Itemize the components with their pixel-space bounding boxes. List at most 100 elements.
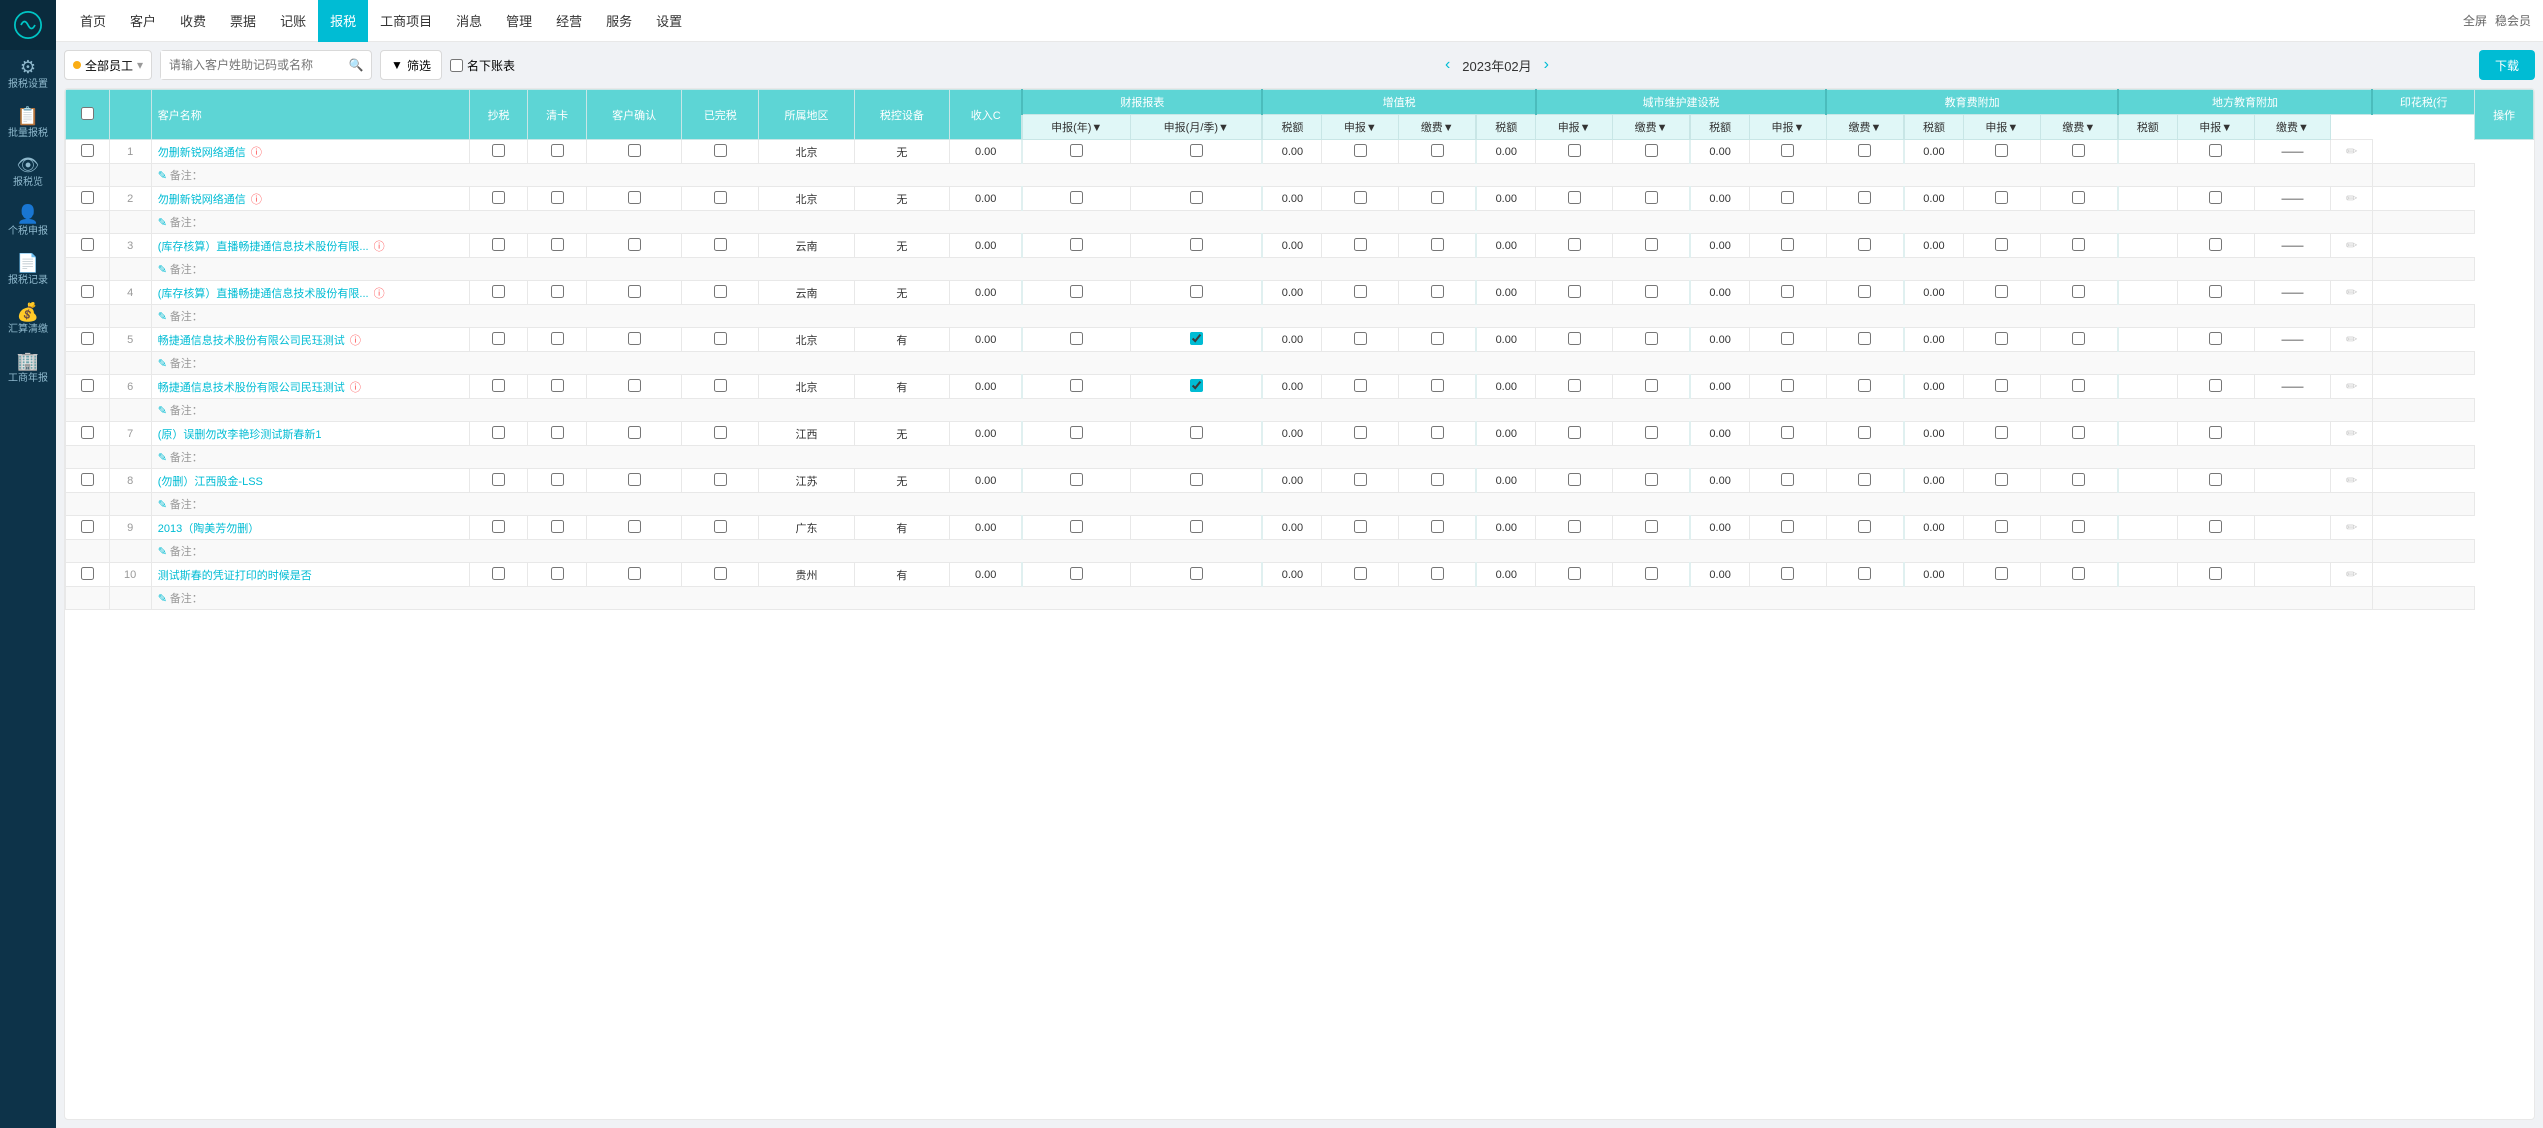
vat-declare-checkbox[interactable] [1354,426,1367,439]
nav-business[interactable]: 工商项目 [368,0,444,42]
sidebar-item-annual-report[interactable]: 🏢 工商年报 [0,344,56,393]
qingka-checkbox[interactable] [551,332,564,345]
client-name[interactable]: (勿删）江西股金-LSS [158,476,263,488]
chaoshui-checkbox[interactable] [492,191,505,204]
vat-declare-checkbox[interactable] [1354,191,1367,204]
vat-pay-checkbox[interactable] [1431,520,1444,533]
fin-annual-checkbox[interactable] [1070,238,1083,251]
edit-icon[interactable]: ✏ [2346,237,2358,253]
th-stamp-declare[interactable]: 申报▼ [2177,115,2254,140]
edu-declare-checkbox[interactable] [1781,379,1794,392]
wanshuei-checkbox[interactable] [714,144,727,157]
client-name[interactable]: 畅捷通信息技术股份有限公司民珏测试 [158,335,345,347]
confirm-checkbox[interactable] [628,285,641,298]
vat-pay-checkbox[interactable] [1431,473,1444,486]
fin-annual-checkbox[interactable] [1070,332,1083,345]
city-pay-checkbox[interactable] [1645,144,1658,157]
local-declare-checkbox[interactable] [1995,567,2008,580]
fin-monthly-checkbox[interactable] [1190,285,1203,298]
city-declare-checkbox[interactable] [1568,567,1581,580]
edu-declare-checkbox[interactable] [1781,238,1794,251]
city-pay-checkbox[interactable] [1645,191,1658,204]
stamp-declare-checkbox[interactable] [2209,238,2222,251]
qingka-checkbox[interactable] [551,426,564,439]
qingka-checkbox[interactable] [551,144,564,157]
select-all-checkbox[interactable] [81,107,94,120]
vat-declare-checkbox[interactable] [1354,144,1367,157]
row-checkbox[interactable] [81,426,94,439]
stamp-declare-checkbox[interactable] [2209,379,2222,392]
nav-customer[interactable]: 客户 [118,0,168,42]
confirm-checkbox[interactable] [628,332,641,345]
fin-monthly-checkbox[interactable] [1190,332,1203,345]
fin-monthly-checkbox[interactable] [1190,567,1203,580]
th-local-pay[interactable]: 缴费▼ [2040,115,2118,140]
employee-select[interactable]: 全部员工 ▾ [64,50,152,80]
confirm-checkbox[interactable] [628,238,641,251]
edu-pay-checkbox[interactable] [1858,191,1871,204]
edu-pay-checkbox[interactable] [1858,379,1871,392]
client-name[interactable]: (原）误删勿改李艳珍测试斯春新1 [158,429,322,441]
client-name[interactable]: 畅捷通信息技术股份有限公司民珏测试 [158,382,345,394]
local-declare-checkbox[interactable] [1995,332,2008,345]
nav-message[interactable]: 消息 [444,0,494,42]
stamp-declare-checkbox[interactable] [2209,520,2222,533]
wanshuei-checkbox[interactable] [714,520,727,533]
chaoshui-checkbox[interactable] [492,332,505,345]
edit-icon[interactable]: ✏ [2346,566,2358,582]
row-checkbox[interactable] [81,285,94,298]
row-checkbox[interactable] [81,520,94,533]
vat-pay-checkbox[interactable] [1431,379,1444,392]
th-vat-declare[interactable]: 申报▼ [1322,115,1399,140]
fin-annual-checkbox[interactable] [1070,191,1083,204]
city-declare-checkbox[interactable] [1568,520,1581,533]
local-declare-checkbox[interactable] [1995,144,2008,157]
city-declare-checkbox[interactable] [1568,426,1581,439]
edu-pay-checkbox[interactable] [1858,332,1871,345]
edu-declare-checkbox[interactable] [1781,285,1794,298]
nav-service[interactable]: 服务 [594,0,644,42]
edit-icon[interactable]: ✏ [2346,378,2358,394]
fin-monthly-checkbox[interactable] [1190,144,1203,157]
edit-icon[interactable]: ✏ [2346,472,2358,488]
chaoshui-checkbox[interactable] [492,426,505,439]
fin-annual-checkbox[interactable] [1070,426,1083,439]
fin-annual-checkbox[interactable] [1070,567,1083,580]
confirm-checkbox[interactable] [628,473,641,486]
city-declare-checkbox[interactable] [1568,379,1581,392]
edu-declare-checkbox[interactable] [1781,144,1794,157]
local-declare-checkbox[interactable] [1995,520,2008,533]
chaoshui-checkbox[interactable] [492,144,505,157]
qingka-checkbox[interactable] [551,285,564,298]
edu-declare-checkbox[interactable] [1781,567,1794,580]
stamp-declare-checkbox[interactable] [2209,144,2222,157]
city-declare-checkbox[interactable] [1568,238,1581,251]
local-pay-checkbox[interactable] [2072,144,2085,157]
chaoshui-checkbox[interactable] [492,285,505,298]
local-declare-checkbox[interactable] [1995,473,2008,486]
sidebar-item-baoshui-settings[interactable]: ⚙ 报税设置 [0,50,56,99]
fin-monthly-checkbox[interactable] [1190,520,1203,533]
edu-pay-checkbox[interactable] [1858,520,1871,533]
vat-pay-checkbox[interactable] [1431,426,1444,439]
edit-icon[interactable]: ✏ [2346,331,2358,347]
th-city-declare[interactable]: 申报▼ [1536,115,1613,140]
city-declare-checkbox[interactable] [1568,285,1581,298]
row-checkbox[interactable] [81,191,94,204]
row-checkbox[interactable] [81,567,94,580]
nav-invoice[interactable]: 票据 [218,0,268,42]
vat-declare-checkbox[interactable] [1354,379,1367,392]
filter-button[interactable]: ▼ 筛选 [380,50,442,80]
row-checkbox[interactable] [81,473,94,486]
local-declare-checkbox[interactable] [1995,191,2008,204]
vat-pay-checkbox[interactable] [1431,144,1444,157]
city-declare-checkbox[interactable] [1568,144,1581,157]
confirm-checkbox[interactable] [628,379,641,392]
city-declare-checkbox[interactable] [1568,473,1581,486]
chaoshui-checkbox[interactable] [492,473,505,486]
qingka-checkbox[interactable] [551,191,564,204]
name-filter-checkbox-label[interactable]: 名下账表 [450,57,515,74]
wanshuei-checkbox[interactable] [714,567,727,580]
client-name[interactable]: 勿删新锐网络通信 [158,194,246,206]
download-button[interactable]: 下载 [2479,50,2535,80]
